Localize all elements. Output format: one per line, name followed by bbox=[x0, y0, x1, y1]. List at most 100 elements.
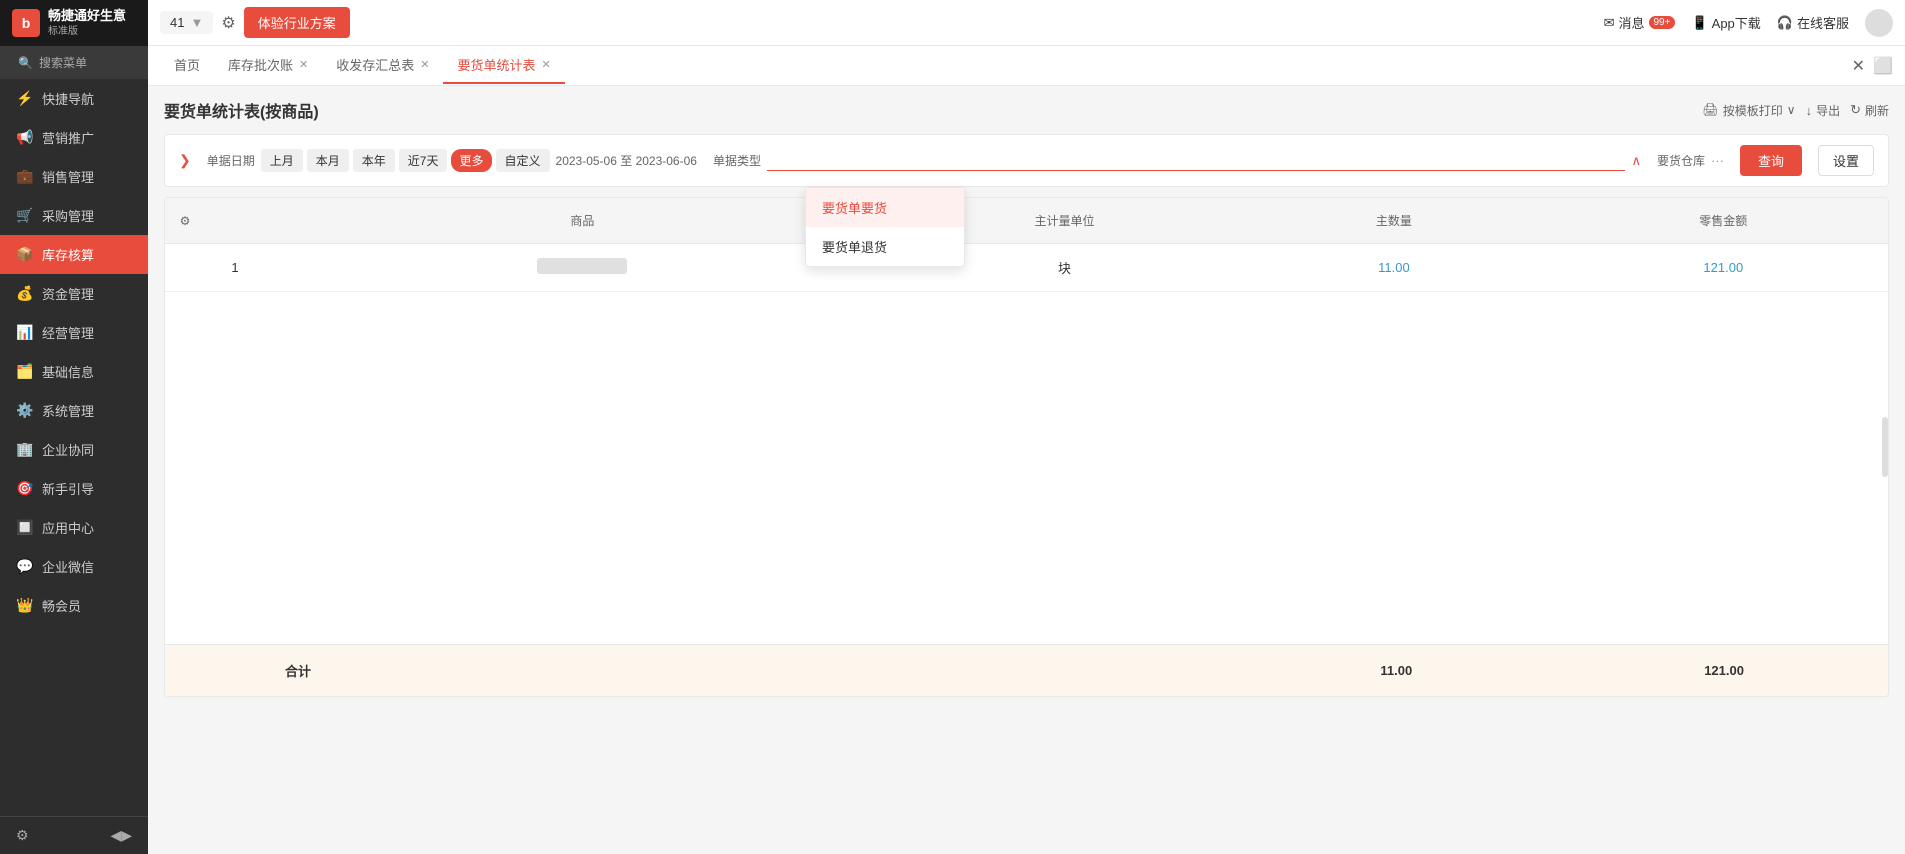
store-selector[interactable]: 41 ▼ bbox=[160, 11, 213, 34]
sidebar-item-system[interactable]: ⚙️ 系统管理 bbox=[0, 391, 148, 430]
export-button[interactable]: ↓ 导出 bbox=[1806, 102, 1841, 119]
date-btn-this-month[interactable]: 本月 bbox=[307, 149, 349, 172]
finance-icon: 💰 bbox=[16, 285, 34, 303]
tab-close-all-icon[interactable]: ✕ bbox=[1852, 56, 1865, 76]
col-header-qty: 主数量 bbox=[1229, 206, 1558, 235]
headset-icon: 🎧 bbox=[1777, 15, 1793, 31]
print-icon: 🖨 bbox=[1702, 102, 1719, 118]
nav-label-sales: 销售管理 bbox=[42, 167, 94, 186]
tab-restore-icon[interactable]: ⬜ bbox=[1873, 56, 1893, 76]
nav-label-guide: 新手引导 bbox=[42, 479, 94, 498]
tab-bar: 首页 库存批次账 ✕ 收发存汇总表 ✕ 要货单统计表 ✕ ✕ ⬜ bbox=[148, 46, 1905, 86]
col-header-settings[interactable]: ⚙ bbox=[165, 208, 205, 234]
store-name: 41 bbox=[170, 15, 184, 30]
warehouse-filter-label: 要货仓库 bbox=[1657, 152, 1705, 169]
row-no: 1 bbox=[205, 254, 265, 281]
app-logo: b bbox=[12, 9, 40, 37]
sidebar-nav: ⚡ 快捷导航 📢 营销推广 💼 销售管理 🛒 采购管理 📦 库存核算 💰 资金管… bbox=[0, 79, 148, 816]
nav-label-purchase: 采购管理 bbox=[42, 206, 94, 225]
tab-batch[interactable]: 库存批次账 ✕ bbox=[214, 47, 322, 84]
date-btn-7days[interactable]: 近7天 bbox=[399, 149, 448, 172]
date-btn-prev-month[interactable]: 上月 bbox=[261, 149, 303, 172]
sidebar-item-wecom[interactable]: 💬 企业微信 bbox=[0, 547, 148, 586]
nav-label-operations: 经营管理 bbox=[42, 323, 94, 342]
tab-order-stats[interactable]: 要货单统计表 ✕ bbox=[443, 47, 564, 84]
enterprise-icon: 🏢 bbox=[16, 441, 34, 459]
export-label: 导出 bbox=[1816, 102, 1840, 119]
filter-bar: ❯ 单据日期 上月 本月 本年 近7天 更多 自定义 2023-05-06 至 … bbox=[164, 134, 1889, 187]
print-button[interactable]: 🖨 按模板打印 ∨ bbox=[1702, 102, 1795, 119]
product-placeholder bbox=[537, 258, 627, 274]
footer-label: 合计 bbox=[265, 655, 905, 686]
online-service-item[interactable]: 🎧 在线客服 bbox=[1777, 13, 1849, 32]
close-tab-batch[interactable]: ✕ bbox=[299, 58, 308, 71]
sidebar-item-sales[interactable]: 💼 销售管理 bbox=[0, 157, 148, 196]
expand-filter-icon[interactable]: ❯ bbox=[179, 152, 191, 169]
nav-label-appstore: 应用中心 bbox=[42, 518, 94, 537]
sidebar-search[interactable]: 🔍 搜索菜单 bbox=[0, 46, 148, 79]
query-button[interactable]: 查询 bbox=[1740, 145, 1802, 176]
footer-qty: 11.00 bbox=[1232, 657, 1560, 684]
header-settings-icon[interactable]: ⚙ bbox=[221, 13, 235, 33]
page-title-row: 要货单统计表(按商品) 🖨 按模板打印 ∨ ↓ 导出 ↻ 刷新 bbox=[164, 98, 1889, 122]
message-item[interactable]: ✉ 消息 99+ bbox=[1604, 13, 1676, 32]
nav-label-member: 畅会员 bbox=[42, 596, 81, 615]
col-header-no bbox=[205, 215, 265, 227]
tab-collect[interactable]: 收发存汇总表 ✕ bbox=[322, 47, 443, 84]
dropdown-item-order-return[interactable]: 要货单退货 bbox=[806, 227, 964, 266]
sidebar-item-basic[interactable]: 🗂️ 基础信息 bbox=[0, 352, 148, 391]
date-btn-this-year[interactable]: 本年 bbox=[353, 149, 395, 172]
member-icon: 👑 bbox=[16, 597, 34, 615]
sidebar-item-operations[interactable]: 📊 经营管理 bbox=[0, 313, 148, 352]
dropdown-item-order-goods[interactable]: 要货单要货 bbox=[806, 188, 964, 227]
date-btn-more[interactable]: 更多 bbox=[451, 149, 491, 172]
refresh-icon: ↻ bbox=[1850, 102, 1861, 118]
app-download-label: App下载 bbox=[1712, 13, 1761, 32]
tab-bar-actions: ✕ ⬜ bbox=[1852, 56, 1893, 76]
refresh-button[interactable]: ↻ 刷新 bbox=[1850, 102, 1889, 119]
close-tab-collect[interactable]: ✕ bbox=[420, 58, 429, 71]
type-filter-label: 单据类型 bbox=[713, 152, 761, 169]
trial-button[interactable]: 体验行业方案 bbox=[244, 7, 350, 38]
sales-icon: 💼 bbox=[16, 168, 34, 186]
sidebar-item-guide[interactable]: 🎯 新手引导 bbox=[0, 469, 148, 508]
sidebar-collapse-icon[interactable]: ◀▶ bbox=[110, 827, 132, 844]
type-filter-input[interactable] bbox=[767, 151, 1625, 171]
type-chevron-up-icon[interactable]: ∧ bbox=[1631, 153, 1641, 169]
operations-icon: 📊 bbox=[16, 324, 34, 342]
close-tab-order-stats[interactable]: ✕ bbox=[542, 58, 551, 71]
sidebar-item-finance[interactable]: 💰 资金管理 bbox=[0, 274, 148, 313]
print-chevron-icon: ∨ bbox=[1787, 103, 1796, 117]
marketing-icon: 📢 bbox=[16, 129, 34, 147]
table-header: ⚙ 商品 主计量单位 主数量 零售金额 bbox=[165, 198, 1888, 244]
type-filter-group: 单据类型 ∧ bbox=[713, 151, 1641, 171]
page-content: 要货单统计表(按商品) 🖨 按模板打印 ∨ ↓ 导出 ↻ 刷新 ❯ bbox=[148, 86, 1905, 854]
row-qty: 11.00 bbox=[1229, 254, 1558, 281]
sidebar-settings-icon[interactable]: ⚙ bbox=[16, 827, 29, 844]
tab-order-stats-label: 要货单统计表 bbox=[457, 55, 535, 74]
warehouse-more-icon[interactable]: ··· bbox=[1711, 153, 1724, 168]
purchase-icon: 🛒 bbox=[16, 207, 34, 225]
export-icon: ↓ bbox=[1806, 103, 1813, 118]
sidebar-item-inventory[interactable]: 📦 库存核算 bbox=[0, 235, 148, 274]
top-header: 41 ▼ ⚙ 体验行业方案 ✉ 消息 99+ 📱 App下载 🎧 在线客服 bbox=[148, 0, 1905, 46]
sidebar-item-appstore[interactable]: 🔲 应用中心 bbox=[0, 508, 148, 547]
settings-row-button[interactable]: 设置 bbox=[1818, 145, 1874, 176]
sidebar-footer: ⚙ ◀▶ bbox=[0, 816, 148, 854]
scroll-handle[interactable] bbox=[1882, 417, 1888, 477]
sidebar-item-enterprise[interactable]: 🏢 企业协同 bbox=[0, 430, 148, 469]
brand-text: 畅捷通好生意 标准版 bbox=[48, 8, 126, 38]
sidebar-item-member[interactable]: 👑 畅会员 bbox=[0, 586, 148, 625]
store-chevron-icon: ▼ bbox=[190, 15, 203, 30]
tab-home[interactable]: 首页 bbox=[160, 47, 214, 84]
date-btn-custom[interactable]: 自定义 bbox=[496, 149, 550, 172]
table-row: 1 块 11.00 121.00 bbox=[165, 244, 1888, 292]
row-settings bbox=[165, 262, 205, 274]
footer-amount: 121.00 bbox=[1560, 657, 1888, 684]
date-filter-label: 单据日期 bbox=[207, 152, 255, 169]
sidebar-item-purchase[interactable]: 🛒 采购管理 bbox=[0, 196, 148, 235]
sidebar-item-quick-nav[interactable]: ⚡ 快捷导航 bbox=[0, 79, 148, 118]
user-avatar[interactable] bbox=[1865, 9, 1893, 37]
sidebar-item-marketing[interactable]: 📢 营销推广 bbox=[0, 118, 148, 157]
app-download-item[interactable]: 📱 App下载 bbox=[1691, 13, 1760, 32]
